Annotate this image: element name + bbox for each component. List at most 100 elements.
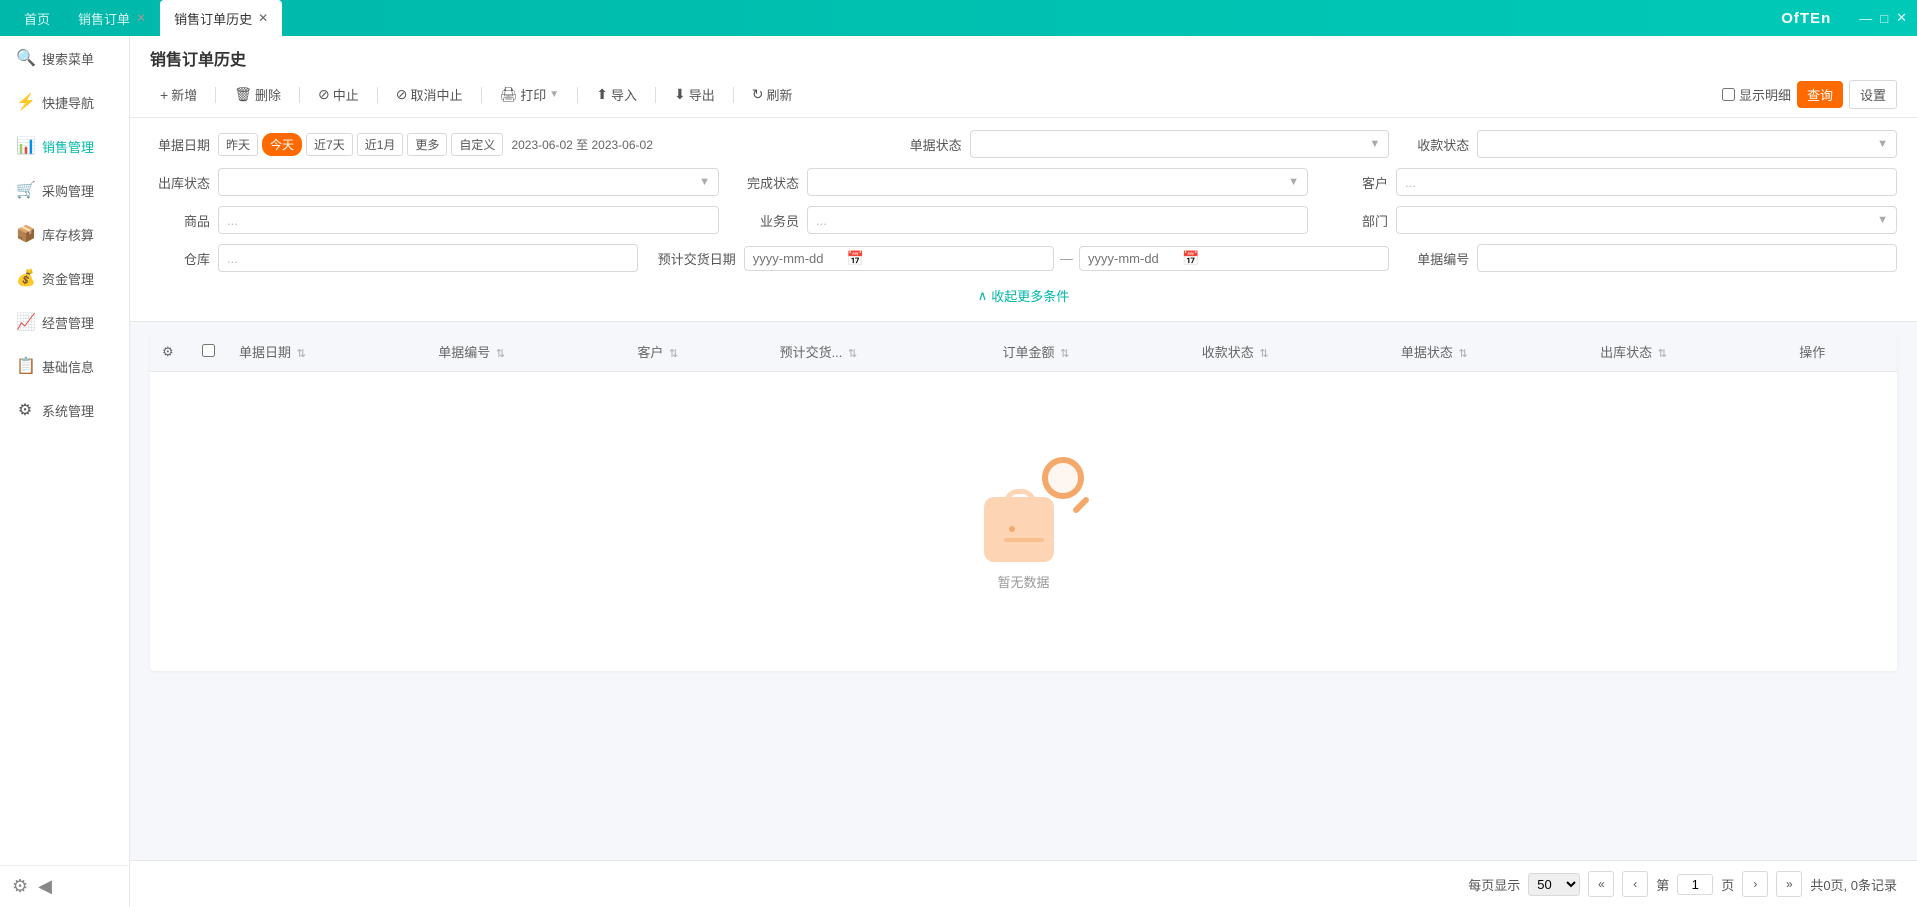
- th-date[interactable]: 单据日期 ⇅: [227, 332, 426, 372]
- tab-sales-order-history[interactable]: 销售订单历史 ✕: [160, 0, 282, 36]
- th-number[interactable]: 单据编号 ⇅: [426, 332, 625, 372]
- add-label: 新增: [171, 85, 197, 104]
- filter-complete-status: 完成状态 ▼: [739, 168, 1308, 196]
- customer-input[interactable]: ...: [1396, 168, 1897, 196]
- sidebar-item-ops-mgmt[interactable]: 📈 经营管理: [0, 300, 129, 344]
- show-detail-checkbox-label[interactable]: 显示明细: [1722, 85, 1791, 104]
- first-page-btn[interactable]: «: [1588, 871, 1614, 897]
- warehouse-input[interactable]: ...: [218, 244, 638, 272]
- sidebar-item-purchase-mgmt[interactable]: 🛒 采购管理: [0, 168, 129, 212]
- sort-amount-icon[interactable]: ⇅: [1060, 348, 1069, 360]
- add-icon: +: [160, 87, 168, 103]
- sort-customer-icon[interactable]: ⇅: [669, 348, 678, 360]
- next-page-btn[interactable]: ›: [1742, 871, 1768, 897]
- date-today-btn[interactable]: 今天: [262, 133, 302, 156]
- calendar-from-icon[interactable]: 📅: [847, 250, 864, 267]
- sidebar-item-inventory-check[interactable]: 📦 库存核算: [0, 212, 129, 256]
- add-button[interactable]: + 新增: [150, 81, 207, 108]
- export-button[interactable]: ⬇ 导出: [664, 81, 725, 108]
- query-button[interactable]: 查询: [1797, 81, 1843, 108]
- tab-sales-order-close[interactable]: ✕: [136, 11, 146, 25]
- expected-date-label: 预计交货日期: [658, 249, 736, 268]
- last-page-btn[interactable]: »: [1776, 871, 1802, 897]
- sidebar-item-finance-mgmt[interactable]: 💰 资金管理: [0, 256, 129, 300]
- refresh-label: 刷新: [766, 85, 792, 104]
- date-more-btn[interactable]: 更多: [407, 133, 447, 156]
- sidebar-item-sales-mgmt[interactable]: 📊 销售管理: [0, 124, 129, 168]
- warehouse-dots[interactable]: ...: [227, 251, 238, 266]
- tab-home-label: 首页: [24, 9, 50, 28]
- th-gear[interactable]: ⚙: [150, 332, 190, 372]
- date-filter-controls: 昨天 今天 近7天 近1月 更多 自定义 2023-06-02 至 2023-0…: [218, 133, 882, 156]
- doc-number-input[interactable]: [1477, 244, 1897, 272]
- th-customer[interactable]: 客户 ⇅: [625, 332, 767, 372]
- settings-button[interactable]: 设置: [1849, 80, 1897, 109]
- sidebar-collapse-icon[interactable]: ◀: [38, 876, 52, 897]
- sidebar-item-search-menu[interactable]: 🔍 搜索菜单: [0, 36, 129, 80]
- th-expected-date[interactable]: 预计交货... ⇅: [768, 332, 991, 372]
- close-btn[interactable]: ✕: [1896, 10, 1907, 26]
- expected-date-to[interactable]: 📅: [1079, 246, 1389, 271]
- payment-status-select[interactable]: ▼: [1477, 130, 1897, 158]
- minimize-btn[interactable]: —: [1859, 11, 1872, 26]
- th-doc-status[interactable]: 单据状态 ⇅: [1389, 332, 1588, 372]
- tab-home[interactable]: 首页: [10, 0, 64, 36]
- stop-button[interactable]: ⊘ 中止: [308, 81, 369, 108]
- department-arrow-icon: ▼: [1877, 214, 1888, 226]
- expected-date-from-input[interactable]: [753, 251, 843, 266]
- outbound-status-select[interactable]: ▼: [218, 168, 719, 196]
- sort-outbound-status-icon[interactable]: ⇅: [1658, 348, 1667, 360]
- department-select[interactable]: ▼: [1396, 206, 1897, 234]
- th-amount[interactable]: 订单金额 ⇅: [991, 332, 1190, 372]
- refresh-button[interactable]: ↻ 刷新: [742, 81, 803, 108]
- th-check[interactable]: [190, 332, 227, 372]
- import-button[interactable]: ⬆ 导入: [586, 81, 647, 108]
- sidebar-item-basic-info-label: 基础信息: [42, 357, 94, 376]
- page-size-select[interactable]: 10 20 50 100: [1528, 873, 1580, 896]
- current-page-input[interactable]: [1677, 874, 1713, 895]
- cancel-stop-button[interactable]: ⊘ 取消中止: [386, 81, 473, 108]
- page-label: 第: [1656, 875, 1669, 894]
- prev-page-btn[interactable]: ‹: [1622, 871, 1648, 897]
- date-last1month-btn[interactable]: 近1月: [357, 133, 404, 156]
- collapse-row[interactable]: ∧ 收起更多条件: [150, 282, 1897, 309]
- sidebar-item-basic-info[interactable]: 📋 基础信息: [0, 344, 129, 388]
- th-outbound-status[interactable]: 出库状态 ⇅: [1588, 332, 1787, 372]
- sidebar-settings-icon[interactable]: ⚙: [12, 876, 28, 897]
- print-button[interactable]: 🖨 打印 ▼: [490, 81, 570, 108]
- window-controls: OfTEn — □ ✕: [1781, 10, 1907, 27]
- th-payment-status[interactable]: 收款状态 ⇅: [1190, 332, 1389, 372]
- select-all-checkbox[interactable]: [202, 344, 215, 357]
- date-last7-btn[interactable]: 近7天: [306, 133, 353, 156]
- tab-sales-order[interactable]: 销售订单 ✕: [64, 0, 160, 36]
- cancel-stop-icon: ⊘: [396, 86, 408, 103]
- sort-doc-status-icon[interactable]: ⇅: [1459, 348, 1468, 360]
- date-yesterday-btn[interactable]: 昨天: [218, 133, 258, 156]
- calendar-to-icon[interactable]: 📅: [1182, 250, 1199, 267]
- sidebar-item-quick-nav[interactable]: ⚡ 快捷导航: [0, 80, 129, 124]
- doc-status-select[interactable]: ▼: [970, 130, 1390, 158]
- gear-icon[interactable]: ⚙: [162, 344, 174, 359]
- salesperson-dots[interactable]: ...: [816, 213, 827, 228]
- sort-payment-status-icon[interactable]: ⇅: [1259, 348, 1268, 360]
- sort-date-icon[interactable]: ⇅: [297, 348, 306, 360]
- expected-date-to-input[interactable]: [1088, 251, 1178, 266]
- th-doc-status-label: 单据状态: [1401, 345, 1453, 360]
- cancel-stop-label: 取消中止: [410, 85, 462, 104]
- maximize-btn[interactable]: □: [1880, 11, 1888, 26]
- sort-number-icon[interactable]: ⇅: [496, 348, 505, 360]
- show-detail-checkbox[interactable]: [1722, 88, 1735, 101]
- salesperson-input[interactable]: ...: [807, 206, 1308, 234]
- complete-status-select[interactable]: ▼: [807, 168, 1308, 196]
- customer-dots[interactable]: ...: [1405, 175, 1416, 190]
- delete-button[interactable]: 🗑 删除: [224, 81, 291, 108]
- tab-sales-order-history-close[interactable]: ✕: [258, 11, 268, 25]
- sort-expected-date-icon[interactable]: ⇅: [848, 348, 857, 360]
- date-custom-btn[interactable]: 自定义: [451, 133, 503, 156]
- sidebar-item-sales-mgmt-label: 销售管理: [42, 137, 94, 156]
- product-input[interactable]: ...: [218, 206, 719, 234]
- product-dots[interactable]: ...: [227, 213, 238, 228]
- sidebar-item-system-mgmt[interactable]: ⚙ 系统管理: [0, 388, 129, 432]
- expected-date-from[interactable]: 📅: [744, 246, 1054, 271]
- doc-number-text-input[interactable]: [1486, 251, 1888, 266]
